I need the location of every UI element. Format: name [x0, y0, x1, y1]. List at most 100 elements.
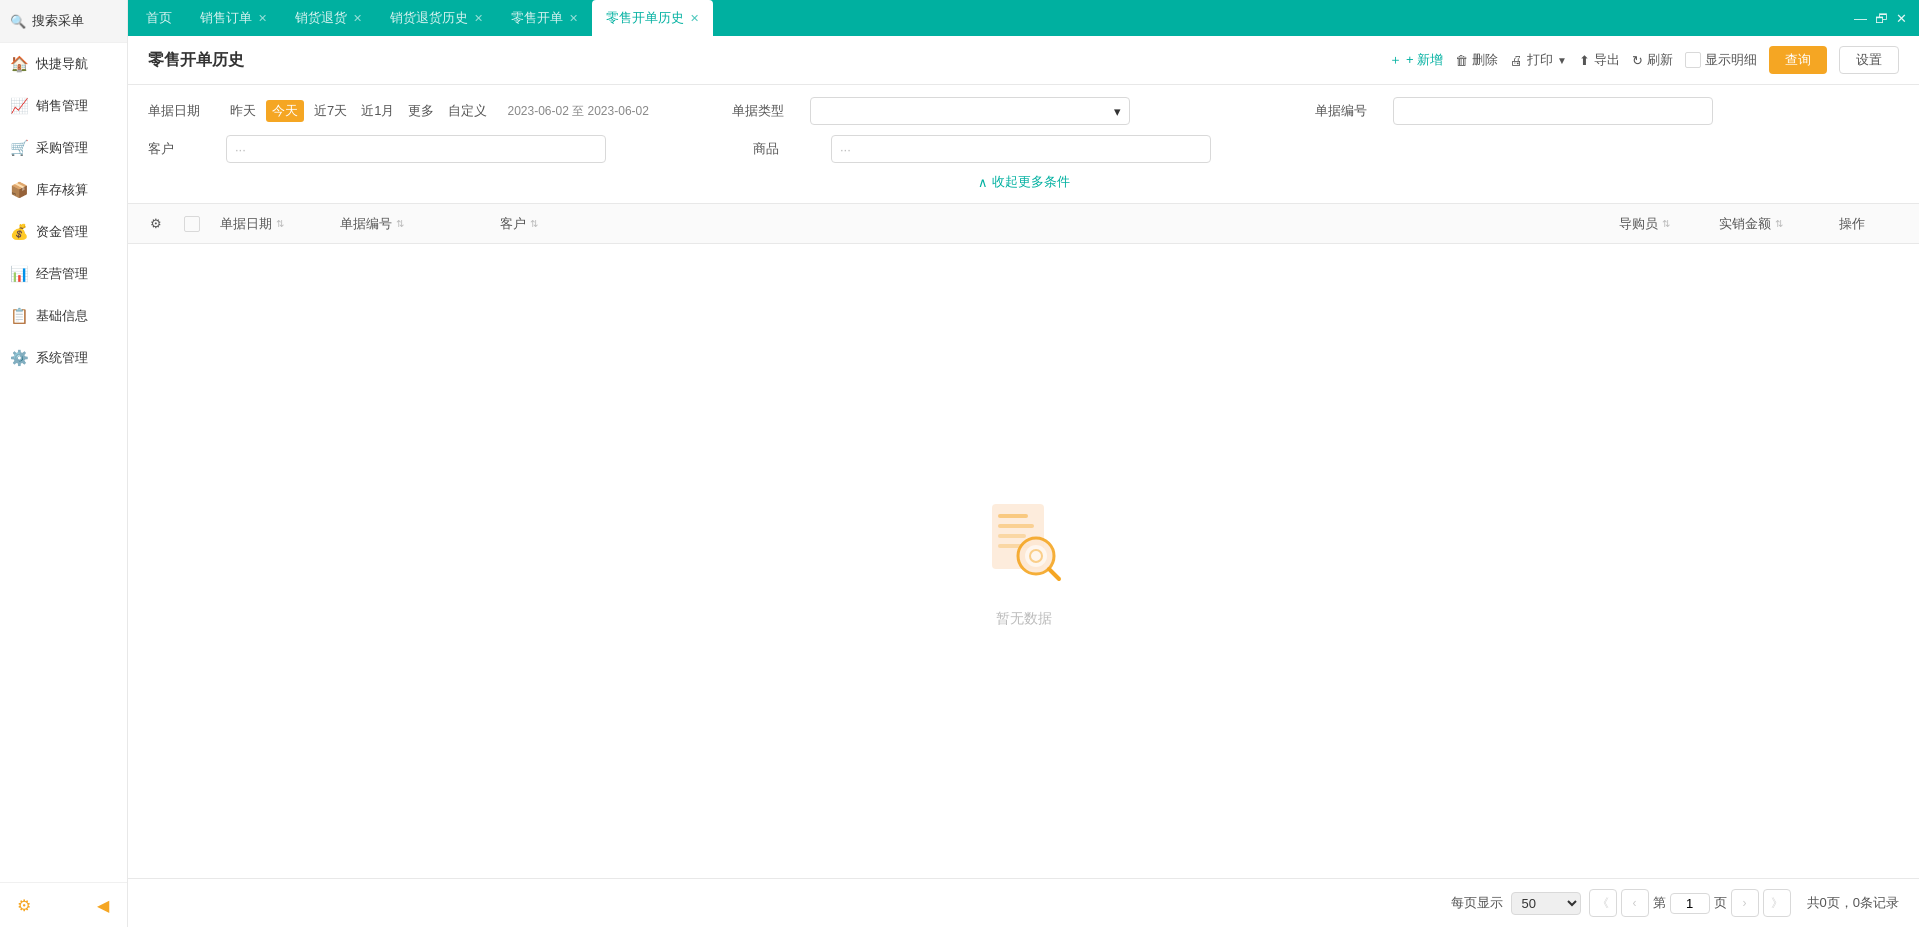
sidebar-search[interactable]: 🔍 搜索采单: [0, 0, 127, 43]
display-detail-checkbox[interactable]: 显示明细: [1685, 51, 1757, 69]
empty-state: 暂无数据: [128, 244, 1919, 878]
goods-input[interactable]: ···: [831, 135, 1211, 163]
date-option-custom[interactable]: 自定义: [444, 100, 491, 122]
th-date[interactable]: 单据日期 ⇅: [210, 215, 330, 233]
sidebar-item-label: 基础信息: [36, 307, 88, 325]
sidebar-item-purchase-mgmt[interactable]: 🛒 采购管理: [0, 127, 127, 169]
sidebar-item-sys-mgmt[interactable]: ⚙️ 系统管理: [0, 337, 127, 379]
settings-footer-icon[interactable]: ⚙: [12, 893, 36, 917]
export-button[interactable]: ⬆ 导出: [1579, 51, 1620, 69]
sidebar-item-finance[interactable]: 💰 资金管理: [0, 211, 127, 253]
delete-label: 删除: [1472, 51, 1498, 69]
page-label: 第: [1653, 894, 1666, 912]
sidebar-item-inventory[interactable]: 📦 库存核算: [0, 169, 127, 211]
tab-retail-open-close[interactable]: ✕: [569, 12, 578, 25]
th-amount[interactable]: 实销金额 ⇅: [1709, 215, 1829, 233]
th-settings[interactable]: ⚙: [138, 216, 174, 231]
next-page-button[interactable]: ›: [1731, 889, 1759, 917]
sidebar-item-label: 销售管理: [36, 97, 88, 115]
operations-icon: 📊: [10, 265, 28, 283]
svg-rect-1: [998, 514, 1028, 518]
display-detail-check-icon: [1685, 52, 1701, 68]
sidebar-item-sales-mgmt[interactable]: 📈 销售管理: [0, 85, 127, 127]
tab-retail-open[interactable]: 零售开单 ✕: [497, 0, 592, 36]
print-button[interactable]: 🖨 打印 ▼: [1510, 51, 1567, 69]
export-icon: ⬆: [1579, 53, 1590, 68]
pagination-nav: 《 ‹ 第 页 › 》: [1589, 889, 1791, 917]
search-icon: 🔍: [10, 14, 26, 29]
tab-sales-order-label: 销售订单: [200, 9, 252, 27]
tab-sales-return[interactable]: 销货退货 ✕: [281, 0, 376, 36]
th-guide[interactable]: 导购员 ⇅: [1609, 215, 1709, 233]
close-window-button[interactable]: ✕: [1896, 11, 1907, 26]
bill-type-select[interactable]: ▾: [810, 97, 1130, 125]
add-button[interactable]: ＋ + 新增: [1389, 51, 1443, 69]
table-wrap: ⚙ 单据日期 ⇅ 单据编号 ⇅ 客户 ⇅ 导购员: [128, 204, 1919, 878]
refresh-icon: ↻: [1632, 53, 1643, 68]
table-settings-icon: ⚙: [150, 216, 162, 231]
date-option-more[interactable]: 更多: [404, 100, 438, 122]
bill-type-dropdown-icon: ▾: [1114, 104, 1121, 119]
th-date-sort: ⇅: [276, 218, 284, 229]
tab-sales-return-label: 销货退货: [295, 9, 347, 27]
date-option-last1month[interactable]: 近1月: [357, 100, 398, 122]
th-action-label: 操作: [1839, 215, 1865, 233]
first-page-button[interactable]: 《: [1589, 889, 1617, 917]
tab-sales-return-history-close[interactable]: ✕: [474, 12, 483, 25]
add-icon: ＋: [1389, 51, 1402, 69]
sidebar-footer: ⚙ ◀: [0, 882, 127, 927]
settings-button[interactable]: 设置: [1839, 46, 1899, 74]
th-guide-sort: ⇅: [1662, 218, 1670, 229]
sidebar-item-label: 经营管理: [36, 265, 88, 283]
page-header: 零售开单历史 ＋ + 新增 🗑 删除 🖨 打印 ▼ ⬆ 导出: [128, 36, 1919, 85]
per-page-select[interactable]: 50 10 20 100: [1511, 892, 1581, 915]
last-page-button[interactable]: 》: [1763, 889, 1791, 917]
th-customer-sort: ⇅: [530, 218, 538, 229]
bill-number-input[interactable]: [1393, 97, 1713, 125]
tab-sales-return-history-label: 销货退货历史: [390, 9, 468, 27]
date-range-display: 2023-06-02 至 2023-06-02: [507, 103, 648, 120]
date-option-yesterday[interactable]: 昨天: [226, 100, 260, 122]
th-action: 操作: [1829, 215, 1909, 233]
tab-sales-order[interactable]: 销售订单 ✕: [186, 0, 281, 36]
delete-button[interactable]: 🗑 删除: [1455, 51, 1498, 69]
date-filter-label: 单据日期: [148, 102, 218, 120]
goods-dots: ···: [840, 142, 851, 157]
th-checkbox[interactable]: [174, 216, 210, 232]
th-customer-label: 客户: [500, 215, 526, 233]
tab-retail-history[interactable]: 零售开单历史 ✕: [592, 0, 713, 36]
tabs-list: 首页 销售订单 ✕ 销货退货 ✕ 销货退货历史 ✕ 零售开单 ✕ 零售开单历史 …: [132, 0, 713, 36]
tab-sales-order-close[interactable]: ✕: [258, 12, 267, 25]
tab-sales-return-close[interactable]: ✕: [353, 12, 362, 25]
collapse-filter-row[interactable]: ∧ 收起更多条件: [148, 173, 1899, 191]
sales-icon: 📈: [10, 97, 28, 115]
sidebar-item-quick-nav[interactable]: 🏠 快捷导航: [0, 43, 127, 85]
add-label: + 新增: [1406, 51, 1443, 69]
tab-home[interactable]: 首页: [132, 0, 186, 36]
tab-sales-return-history[interactable]: 销货退货历史 ✕: [376, 0, 497, 36]
svg-rect-2: [998, 524, 1034, 528]
restore-button[interactable]: 🗗: [1875, 11, 1888, 26]
customer-input[interactable]: ···: [226, 135, 606, 163]
sidebar-item-basic-info[interactable]: 📋 基础信息: [0, 295, 127, 337]
date-option-last7[interactable]: 近7天: [310, 100, 351, 122]
empty-text: 暂无数据: [996, 610, 1052, 628]
prev-page-button[interactable]: ‹: [1621, 889, 1649, 917]
collapse-label: 收起更多条件: [992, 173, 1070, 191]
query-button[interactable]: 查询: [1769, 46, 1827, 74]
sidebar-item-operations[interactable]: 📊 经营管理: [0, 253, 127, 295]
collapse-sidebar-icon[interactable]: ◀: [91, 893, 115, 917]
th-number[interactable]: 单据编号 ⇅: [330, 215, 490, 233]
tab-retail-history-close[interactable]: ✕: [690, 12, 699, 25]
th-customer[interactable]: 客户 ⇅: [490, 215, 1609, 233]
refresh-button[interactable]: ↻ 刷新: [1632, 51, 1673, 69]
customer-filter-label: 客户: [148, 140, 218, 158]
date-option-today[interactable]: 今天: [266, 100, 304, 122]
sidebar-search-label: 搜索采单: [32, 12, 84, 30]
th-number-sort: ⇅: [396, 218, 404, 229]
minimize-button[interactable]: —: [1854, 11, 1867, 26]
finance-icon: 💰: [10, 223, 28, 241]
page-number-input[interactable]: [1670, 893, 1710, 914]
basic-info-icon: 📋: [10, 307, 28, 325]
empty-icon: [974, 494, 1074, 594]
